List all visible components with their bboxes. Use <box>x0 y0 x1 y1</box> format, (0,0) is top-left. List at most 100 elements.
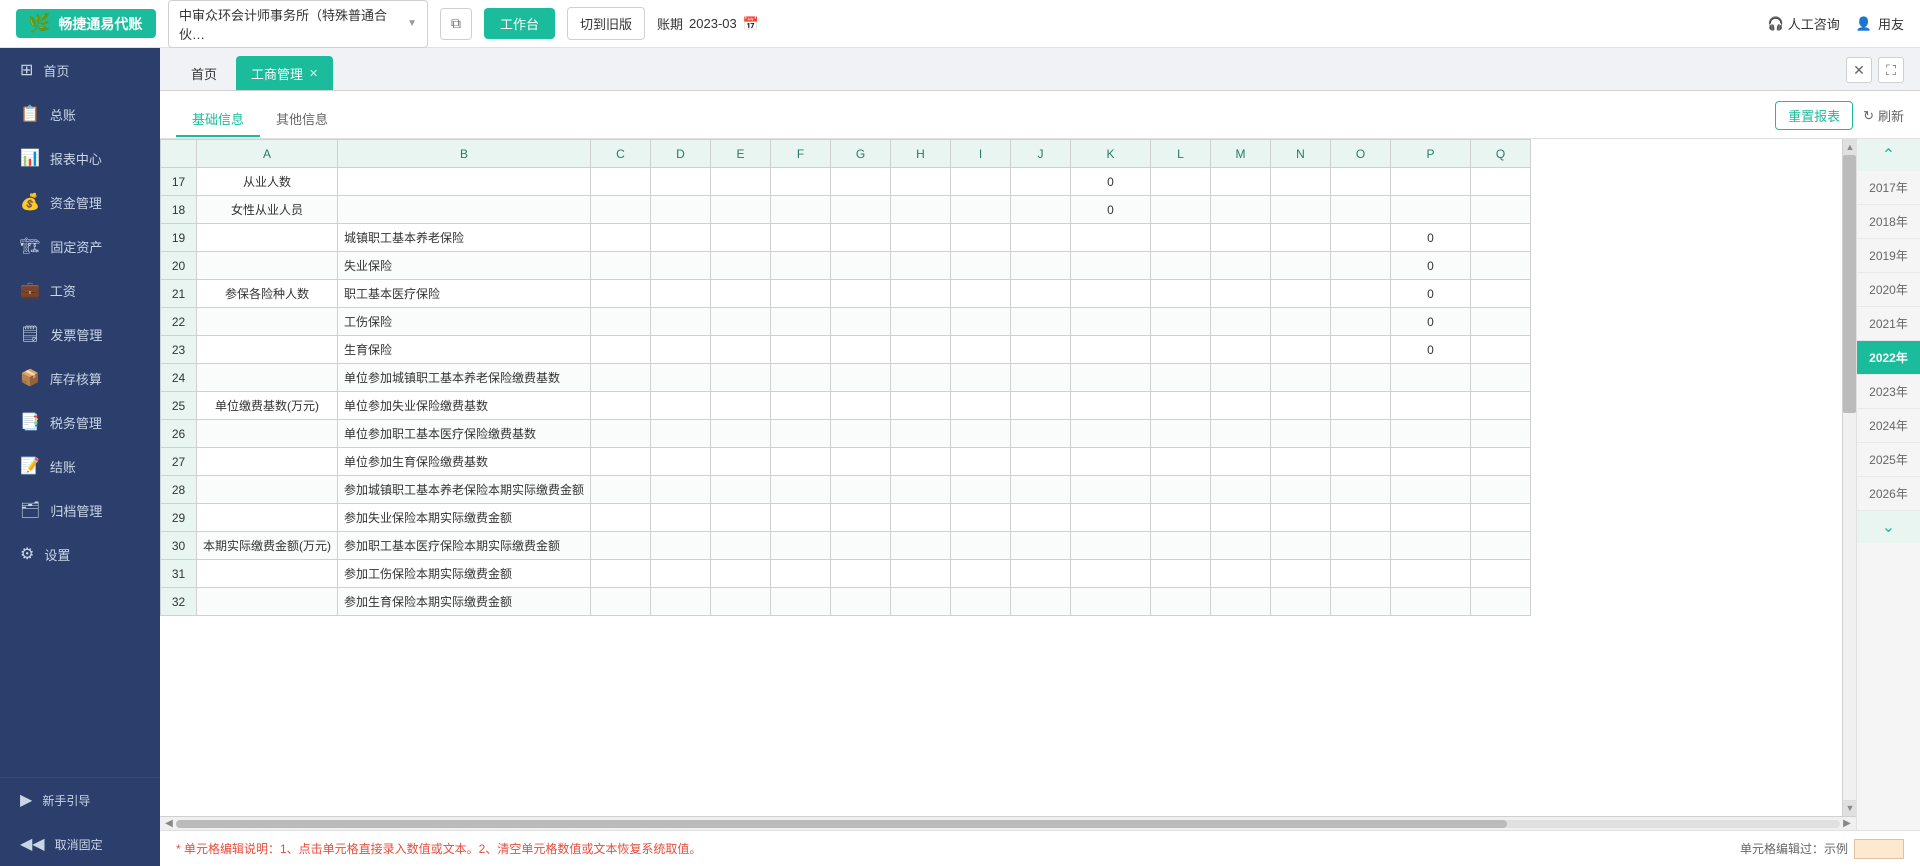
table-cell[interactable] <box>1471 308 1531 336</box>
table-cell[interactable] <box>891 280 951 308</box>
table-cell[interactable] <box>1391 560 1471 588</box>
spreadsheet-scroll[interactable]: A B C D E F G H I J <box>160 139 1842 816</box>
year-item[interactable]: 2017年 <box>1857 171 1920 205</box>
table-cell[interactable] <box>1331 168 1391 196</box>
table-cell[interactable] <box>1471 336 1531 364</box>
table-cell[interactable] <box>1331 448 1391 476</box>
sidebar-item-funds[interactable]: 💰 资金管理 <box>0 180 160 224</box>
hscroll-bar[interactable]: ◀ ▶ <box>160 816 1856 830</box>
table-cell[interactable] <box>951 448 1011 476</box>
year-item[interactable]: 2023年 <box>1857 375 1920 409</box>
table-cell[interactable] <box>1211 560 1271 588</box>
table-cell[interactable] <box>711 196 771 224</box>
sidebar-item-archive[interactable]: 🗂 归档管理 <box>0 488 160 532</box>
table-cell[interactable] <box>591 532 651 560</box>
table-cell[interactable] <box>591 196 651 224</box>
table-cell[interactable] <box>591 364 651 392</box>
table-cell[interactable] <box>891 196 951 224</box>
table-cell[interactable] <box>591 420 651 448</box>
table-cell[interactable] <box>591 560 651 588</box>
table-row[interactable]: 26单位参加职工基本医疗保险缴费基数 <box>161 420 1531 448</box>
tab-home[interactable]: 首页 <box>176 56 232 90</box>
table-cell[interactable] <box>771 308 831 336</box>
table-cell[interactable] <box>1331 560 1391 588</box>
table-cell[interactable] <box>1071 476 1151 504</box>
table-cell[interactable] <box>1471 364 1531 392</box>
year-item[interactable]: 2021年 <box>1857 307 1920 341</box>
sidebar-item-unpin[interactable]: ◀◀ 取消固定 <box>0 822 160 866</box>
table-cell[interactable] <box>1391 364 1471 392</box>
table-cell[interactable] <box>891 560 951 588</box>
table-cell[interactable] <box>591 392 651 420</box>
scroll-right-button[interactable]: ▶ <box>1840 817 1854 831</box>
table-cell[interactable] <box>1471 280 1531 308</box>
table-cell[interactable] <box>1011 308 1071 336</box>
table-cell[interactable] <box>711 532 771 560</box>
table-cell[interactable] <box>1271 476 1331 504</box>
table-cell[interactable] <box>1391 532 1471 560</box>
table-cell[interactable] <box>771 560 831 588</box>
table-cell[interactable] <box>1271 224 1331 252</box>
table-cell[interactable] <box>951 196 1011 224</box>
table-cell[interactable] <box>1471 224 1531 252</box>
table-cell[interactable] <box>771 364 831 392</box>
scroll-y-track[interactable]: ▲ ▼ <box>1842 139 1856 816</box>
table-cell[interactable] <box>1471 504 1531 532</box>
table-cell[interactable] <box>1331 364 1391 392</box>
table-cell[interactable] <box>831 224 891 252</box>
table-cell[interactable] <box>1471 392 1531 420</box>
table-cell[interactable] <box>1011 448 1071 476</box>
table-row[interactable]: 28参加城镇职工基本养老保险本期实际缴费金额 <box>161 476 1531 504</box>
table-cell[interactable] <box>1151 476 1211 504</box>
sidebar-item-ledger[interactable]: 📋 总账 <box>0 92 160 136</box>
table-cell[interactable] <box>951 308 1011 336</box>
table-cell[interactable] <box>1211 196 1271 224</box>
table-cell[interactable] <box>1471 560 1531 588</box>
table-cell[interactable] <box>1011 420 1071 448</box>
table-cell[interactable] <box>771 476 831 504</box>
table-cell[interactable] <box>1211 168 1271 196</box>
table-cell[interactable] <box>711 560 771 588</box>
table-cell[interactable] <box>831 448 891 476</box>
sidebar-item-payroll[interactable]: 💼 工资 <box>0 268 160 312</box>
sidebar-item-assets[interactable]: 🏗 固定资产 <box>0 224 160 268</box>
table-cell[interactable] <box>1271 280 1331 308</box>
table-cell[interactable] <box>891 308 951 336</box>
table-cell[interactable] <box>1151 168 1211 196</box>
table-cell[interactable] <box>1011 476 1071 504</box>
table-cell[interactable] <box>951 252 1011 280</box>
table-cell[interactable] <box>1331 336 1391 364</box>
table-cell[interactable] <box>831 476 891 504</box>
table-cell[interactable] <box>771 336 831 364</box>
sub-tab-basic[interactable]: 基础信息 <box>176 102 260 137</box>
table-cell[interactable] <box>1151 224 1211 252</box>
table-cell[interactable] <box>951 392 1011 420</box>
table-cell[interactable]: 单位参加生育保险缴费基数 <box>338 448 591 476</box>
table-cell[interactable] <box>1071 336 1151 364</box>
table-cell[interactable] <box>891 336 951 364</box>
table-cell[interactable] <box>1331 588 1391 616</box>
refresh-button[interactable]: ↻ 刷新 <box>1863 106 1904 125</box>
table-cell[interactable] <box>1071 588 1151 616</box>
table-cell[interactable] <box>591 280 651 308</box>
table-cell[interactable] <box>951 168 1011 196</box>
table-cell[interactable] <box>197 560 338 588</box>
table-cell[interactable] <box>891 364 951 392</box>
table-cell[interactable] <box>1391 196 1471 224</box>
table-cell[interactable] <box>1331 308 1391 336</box>
table-cell[interactable] <box>711 336 771 364</box>
table-cell[interactable] <box>591 252 651 280</box>
table-cell[interactable] <box>651 252 711 280</box>
table-cell[interactable] <box>951 532 1011 560</box>
table-cell[interactable] <box>1271 504 1331 532</box>
table-cell[interactable]: 工伤保险 <box>338 308 591 336</box>
table-cell[interactable] <box>1211 588 1271 616</box>
table-cell[interactable] <box>651 448 711 476</box>
table-cell[interactable] <box>651 560 711 588</box>
table-row[interactable]: 27单位参加生育保险缴费基数 <box>161 448 1531 476</box>
table-cell[interactable] <box>197 448 338 476</box>
table-cell[interactable] <box>771 532 831 560</box>
table-cell[interactable] <box>771 196 831 224</box>
table-cell[interactable] <box>651 308 711 336</box>
table-cell[interactable] <box>1071 504 1151 532</box>
